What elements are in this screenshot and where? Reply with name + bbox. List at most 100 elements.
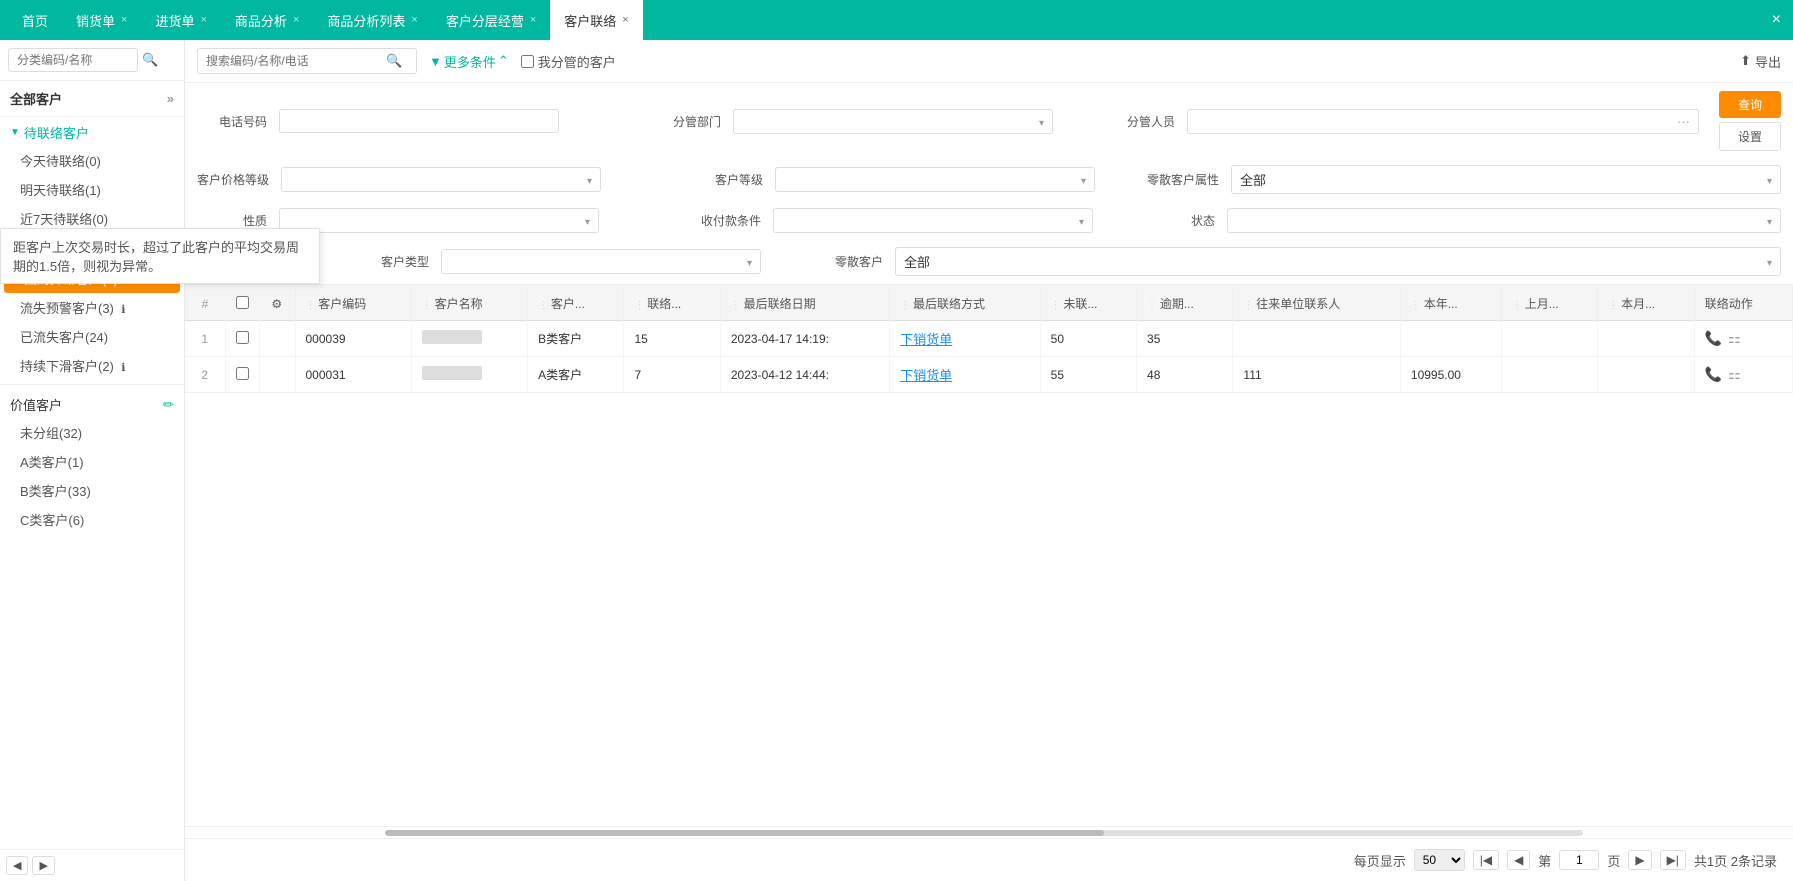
- nav-customer-mgmt-close[interactable]: ×: [530, 14, 536, 26]
- row2-check[interactable]: [225, 357, 259, 393]
- nav-home-label: 首页: [22, 11, 48, 30]
- nav-purchase-close[interactable]: ×: [200, 14, 206, 26]
- row2-this-month: [1598, 357, 1694, 393]
- phone-input[interactable]: [279, 109, 559, 133]
- th-this-month[interactable]: 本月...: [1598, 287, 1694, 321]
- th-last-method[interactable]: 最后联络方式: [890, 287, 1040, 321]
- more-conditions-btn[interactable]: ▼ 更多条件 ⌃: [429, 52, 509, 71]
- info-icon-3: ℹ: [121, 362, 125, 374]
- th-name[interactable]: 客户名称: [411, 287, 527, 321]
- query-button[interactable]: 查询: [1719, 91, 1781, 118]
- per-page-select[interactable]: 50 100: [1414, 849, 1465, 871]
- nav-customer-contact[interactable]: 客户联络 ×: [550, 0, 642, 40]
- row1-last-method-link[interactable]: 下销货单: [900, 332, 952, 347]
- person-input-wrap[interactable]: ···: [1187, 109, 1699, 134]
- row1-action-icons: 📞 ⚏: [1705, 330, 1782, 347]
- sidebar-item-class-a[interactable]: A类客户(1): [0, 447, 184, 476]
- sidebar-item-unsorted[interactable]: 未分组(32): [0, 418, 184, 447]
- row1-more-icon[interactable]: ⚏: [1728, 330, 1741, 347]
- nav-sales-close[interactable]: ×: [121, 14, 127, 26]
- export-button[interactable]: ⬆ 导出: [1740, 52, 1781, 71]
- sidebar-item-class-b[interactable]: B类客户(33): [0, 476, 184, 505]
- row1-num: 1: [185, 321, 225, 357]
- row1-phone-icon[interactable]: 📞: [1705, 330, 1722, 347]
- th-overdue[interactable]: 逾期...: [1137, 287, 1233, 321]
- sidebar-search-icon[interactable]: 🔍: [142, 52, 158, 68]
- sidebar-item-unsorted-label: 未分组(32): [20, 426, 82, 441]
- sidebar-group-follow-up[interactable]: ▼ 待联络客户: [0, 117, 184, 146]
- th-last-month[interactable]: 上月...: [1501, 287, 1597, 321]
- window-close-button[interactable]: ×: [1772, 11, 1781, 29]
- sidebar-item-tomorrow[interactable]: 明天待联络(1): [0, 175, 184, 204]
- row2-name-blur: [422, 366, 482, 380]
- search-input[interactable]: [206, 54, 386, 68]
- my-customers-checkbox[interactable]: [521, 55, 534, 68]
- th-gear[interactable]: ⚙: [259, 287, 295, 321]
- customer-type-select[interactable]: [441, 249, 761, 274]
- sidebar: 🔍 全部客户 » ▼ 待联络客户 今天待联络(0) 明天待联络(1) 近7天待联…: [0, 40, 185, 881]
- page-prev-btn[interactable]: ◀: [1507, 850, 1530, 870]
- th-contacts[interactable]: 往来单位联系人: [1233, 287, 1400, 321]
- nav-sales[interactable]: 销货单 ×: [62, 0, 141, 40]
- th-uncontacted[interactable]: 未联...: [1040, 287, 1136, 321]
- page-input[interactable]: [1559, 850, 1599, 870]
- sidebar-search-input[interactable]: [8, 48, 138, 72]
- row2-last-method-link[interactable]: 下销货单: [900, 368, 952, 383]
- gender-select[interactable]: [279, 208, 599, 233]
- status-select[interactable]: [1227, 208, 1781, 233]
- edit-icon[interactable]: ✏: [163, 397, 174, 413]
- sidebar-item-declining[interactable]: 持续下滑客户(2) ℹ: [0, 351, 184, 380]
- sidebar-item-today[interactable]: 今天待联络(0): [0, 146, 184, 175]
- retail-attr-select[interactable]: 全部: [1231, 165, 1781, 194]
- nav-analysis-list-close[interactable]: ×: [411, 14, 417, 26]
- payment-select[interactable]: [773, 208, 1093, 233]
- person-label: 分管人员: [1105, 113, 1175, 130]
- sidebar-right-arrow[interactable]: ▶: [32, 856, 54, 875]
- price-level-label: 客户价格等级: [197, 171, 269, 188]
- nav-analysis-list[interactable]: 商品分析列表 ×: [313, 0, 431, 40]
- sidebar-item-lost[interactable]: 已流失客户(24): [0, 322, 184, 351]
- nav-analysis[interactable]: 商品分析 ×: [221, 0, 313, 40]
- dept-select[interactable]: [733, 109, 1053, 134]
- nav-analysis-close[interactable]: ×: [293, 14, 299, 26]
- sidebar-collapse-icon[interactable]: »: [167, 91, 174, 106]
- row1-checkbox[interactable]: [236, 331, 249, 344]
- retail-customer-select[interactable]: 全部: [895, 247, 1781, 276]
- row2-more-icon[interactable]: ⚏: [1728, 366, 1741, 383]
- sidebar-item-lost-risk[interactable]: 流失预警客户(3) ℹ: [0, 293, 184, 322]
- horizontal-scrollbar[interactable]: [185, 826, 1793, 838]
- row2-checkbox[interactable]: [236, 367, 249, 380]
- page-last-btn[interactable]: ▶|: [1660, 850, 1686, 870]
- sidebar-item-class-c[interactable]: C类客户(6): [0, 505, 184, 534]
- row1-check[interactable]: [225, 321, 259, 357]
- page-first-btn[interactable]: |◀: [1473, 850, 1499, 870]
- nav-purchase[interactable]: 进货单 ×: [141, 0, 220, 40]
- th-type[interactable]: 客户...: [528, 287, 624, 321]
- row2-last-method[interactable]: 下销货单: [890, 357, 1040, 393]
- th-check: [225, 287, 259, 321]
- th-year[interactable]: 本年...: [1400, 287, 1501, 321]
- nav-customer-mgmt[interactable]: 客户分层经营 ×: [432, 0, 550, 40]
- nav-customer-contact-close[interactable]: ×: [622, 14, 628, 26]
- setting-button[interactable]: 设置: [1719, 122, 1781, 151]
- check-all[interactable]: [236, 296, 249, 309]
- page-next-btn[interactable]: ▶: [1628, 850, 1651, 870]
- th-contact[interactable]: 联络...: [624, 287, 720, 321]
- th-code[interactable]: 客户编码: [295, 287, 411, 321]
- search-icon: 🔍: [386, 53, 402, 69]
- status-chevron: [1767, 213, 1772, 228]
- th-num: #: [185, 287, 225, 321]
- th-last-date[interactable]: 最后联络日期: [720, 287, 889, 321]
- customer-level-select[interactable]: [775, 167, 1095, 192]
- row1-code: 000039: [295, 321, 411, 357]
- sidebar-left-arrow[interactable]: ◀: [6, 856, 28, 875]
- row2-code: 000031: [295, 357, 411, 393]
- total-label: 共1页 2条记录: [1694, 851, 1777, 870]
- nav-home[interactable]: 首页: [8, 0, 62, 40]
- sidebar-item-lost-label: 已流失客户(24): [20, 330, 108, 345]
- price-level-select[interactable]: [281, 167, 601, 192]
- row2-phone-icon[interactable]: 📞: [1705, 366, 1722, 383]
- main-layout: 🔍 全部客户 » ▼ 待联络客户 今天待联络(0) 明天待联络(1) 近7天待联…: [0, 40, 1793, 881]
- row1-last-method[interactable]: 下销货单: [890, 321, 1040, 357]
- arrow-down-icon: ▼: [10, 127, 20, 138]
